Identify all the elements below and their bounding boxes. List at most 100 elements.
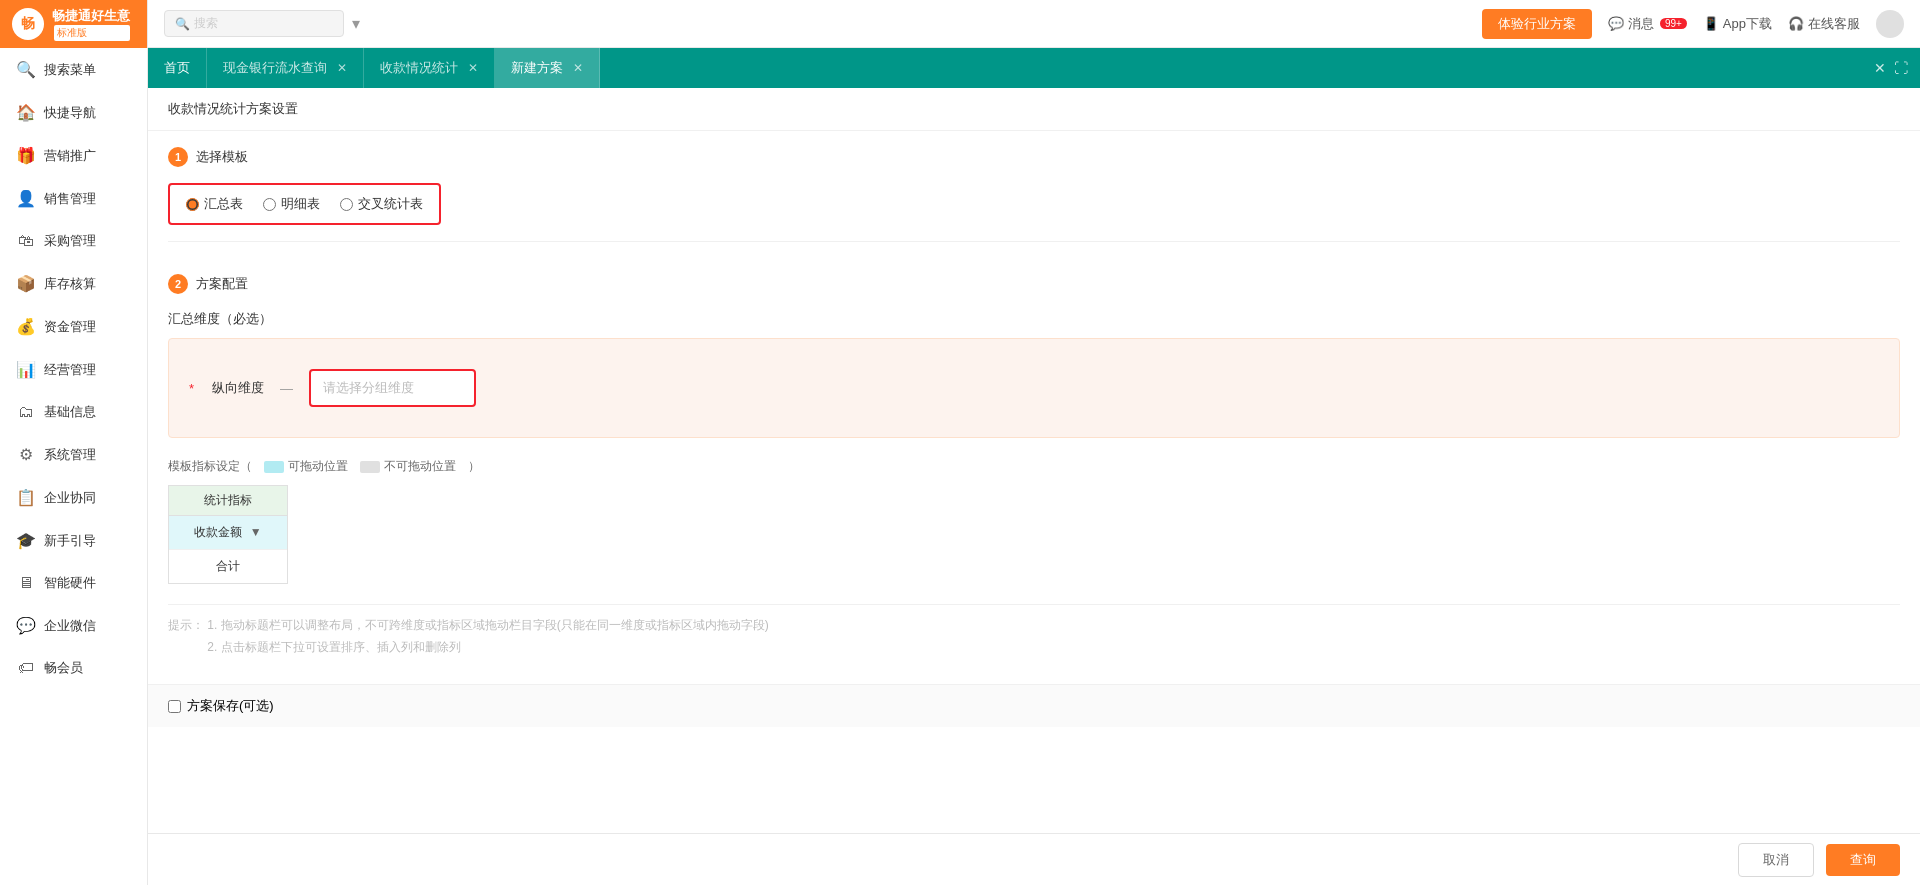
sidebar-item-sales[interactable]: 👤 销售管理 [0,177,147,220]
indicator-grid: 统计指标 收款金额 ▼ 合计 [168,485,1900,584]
sidebar-item-label: 智能硬件 [44,574,96,592]
sidebar-item-hardware[interactable]: 🖥 智能硬件 [0,562,147,604]
sidebar-item-label: 畅会员 [44,659,83,677]
sidebar-item-guide[interactable]: 🎓 新手引导 [0,519,147,562]
sidebar-item-finance[interactable]: 💰 资金管理 [0,305,147,348]
tab-new-plan[interactable]: 新建方案 ✕ [495,48,600,88]
tab-receipt-stats-label: 收款情况统计 [380,59,458,77]
tab-home[interactable]: 首页 [148,48,207,88]
sidebar-item-label: 新手引导 [44,532,96,550]
tips-section: 提示： 1. 拖动标题栏可以调整布局，不可跨维度或指标区域拖动栏目字段(只能在同… [168,604,1900,668]
template-option-summary-label: 汇总表 [204,195,243,213]
search-box[interactable]: 🔍 搜索 [164,10,344,37]
tab-home-label: 首页 [164,59,190,77]
industry-btn[interactable]: 体验行业方案 [1482,9,1592,39]
indicator-col-header: 统计指标 [169,486,287,516]
step1-section: 1 选择模板 汇总表 明细表 交叉统计表 [148,131,1920,241]
logo-text: 畅捷通好生意 [52,7,130,25]
search-icon: 🔍 [16,60,36,79]
sidebar-item-label: 基础信息 [44,403,96,421]
vertical-dimension-label: 纵向维度 [212,379,264,397]
tab-close-bank[interactable]: ✕ [337,61,347,75]
notification-label: 消息 [1628,15,1654,33]
tab-close-receipt[interactable]: ✕ [468,61,478,75]
dropdown-icon[interactable]: ▾ [352,14,360,33]
notification-btn[interactable]: 💬 消息 99+ [1608,15,1687,33]
sidebar-item-purchase[interactable]: 🛍 采购管理 [0,220,147,262]
sidebar-item-quick-nav[interactable]: 🏠 快捷导航 [0,91,147,134]
page-title: 收款情况统计方案设置 [168,101,298,116]
sidebar-item-basic[interactable]: 🗂 基础信息 [0,391,147,433]
sidebar-item-label: 快捷导航 [44,104,96,122]
indicator-header: 模板指标设定（ 可拖动位置 不可拖动位置 ） [168,458,1900,475]
close-win-btn[interactable]: ✕ [1874,60,1886,76]
breadcrumb-search: 🔍 搜索 ▾ [164,10,1466,37]
guide-icon: 🎓 [16,531,36,550]
dropdown-arrow-icon[interactable]: ▼ [250,525,262,539]
tag-icon: 🏷 [16,659,36,677]
tab-new-plan-label: 新建方案 [511,59,563,77]
sidebar-item-marketing[interactable]: 🎁 营销推广 [0,134,147,177]
collab-icon: 📋 [16,488,36,507]
support-btn[interactable]: 🎧 在线客服 [1788,15,1860,33]
download-icon: 📱 [1703,16,1719,31]
template-select: 汇总表 明细表 交叉统计表 [168,183,441,225]
sidebar-item-label: 库存核算 [44,275,96,293]
save-option: 方案保存(可选) [148,684,1920,727]
save-checkbox[interactable] [168,700,181,713]
tab-close-new-plan[interactable]: ✕ [573,61,583,75]
sidebar-item-member[interactable]: 🏷 畅会员 [0,647,147,689]
tab-bank-flow[interactable]: 现金银行流水查询 ✕ [207,48,364,88]
divider1 [168,241,1900,242]
dimension-select[interactable]: 请选择分组维度 [309,369,476,407]
template-radio-detail[interactable] [263,198,276,211]
sidebar-item-wechat[interactable]: 💬 企业微信 [0,604,147,647]
step2-num: 2 [168,274,188,294]
step1-label: 选择模板 [196,148,248,166]
subsection-title: 汇总维度（必选） [168,310,1900,328]
expand-win-btn[interactable]: ⛶ [1894,60,1908,76]
download-btn[interactable]: 📱 App下载 [1703,15,1772,33]
sidebar-item-operation[interactable]: 📊 经营管理 [0,348,147,391]
draggable-legend: 可拖动位置 [264,458,348,475]
tip1: 提示： 1. 拖动标题栏可以调整布局，不可跨维度或指标区域拖动栏目字段(只能在同… [168,615,1900,637]
tab-receipt-stats[interactable]: 收款情况统计 ✕ [364,48,495,88]
sidebar-logo: 畅 畅捷通好生意 标准版 [0,0,147,48]
notification-badge: 99+ [1660,18,1687,29]
template-radio-cross[interactable] [340,198,353,211]
avatar[interactable] [1876,10,1904,38]
cancel-button[interactable]: 取消 [1738,843,1814,877]
sidebar-item-stock[interactable]: 📦 库存核算 [0,262,147,305]
dimension-row: * 纵向维度 — 请选择分组维度 [189,369,476,407]
bag-icon: 🛍 [16,232,36,250]
device-icon: 🖥 [16,574,36,592]
indicator-cell-amount[interactable]: 收款金额 ▼ [169,516,287,550]
top-header: 🔍 搜索 ▾ 体验行业方案 💬 消息 99+ 📱 App下载 🎧 在线客服 [148,0,1920,48]
sidebar-item-label: 采购管理 [44,232,96,250]
template-radio-summary[interactable] [186,198,199,211]
step2-section: 2 方案配置 汇总维度（必选） * 纵向维度 — 请选择分组维度 [148,258,1920,684]
search-icon: 🔍 [175,17,190,31]
box-icon: 📦 [16,274,36,293]
arrow-icon: — [280,381,293,396]
template-option-summary[interactable]: 汇总表 [186,195,243,213]
drag-label: 可拖动位置 [288,458,348,475]
sidebar-item-label: 系统管理 [44,446,96,464]
template-option-cross-label: 交叉统计表 [358,195,423,213]
template-option-detail[interactable]: 明细表 [263,195,320,213]
template-option-cross[interactable]: 交叉统计表 [340,195,423,213]
chat-icon: 💬 [16,616,36,635]
bottom-bar: 取消 查询 [148,833,1920,885]
chart-icon: 📊 [16,360,36,379]
sidebar-item-corp[interactable]: 📋 企业协同 [0,476,147,519]
person-icon: 👤 [16,189,36,208]
query-button[interactable]: 查询 [1826,844,1900,876]
download-label: App下载 [1723,15,1772,33]
indicator-section: 模板指标设定（ 可拖动位置 不可拖动位置 ） 统计指标 [168,458,1900,584]
sidebar-item-system[interactable]: ⚙ 系统管理 [0,433,147,476]
folder-icon: 🗂 [16,403,36,421]
sidebar-item-label: 经营管理 [44,361,96,379]
tip2: 提示： 2. 点击标题栏下拉可设置排序、插入列和删除列 [168,637,1900,659]
tip-label: 提示： [168,618,204,632]
sidebar-item-search[interactable]: 🔍 搜索菜单 [0,48,147,91]
